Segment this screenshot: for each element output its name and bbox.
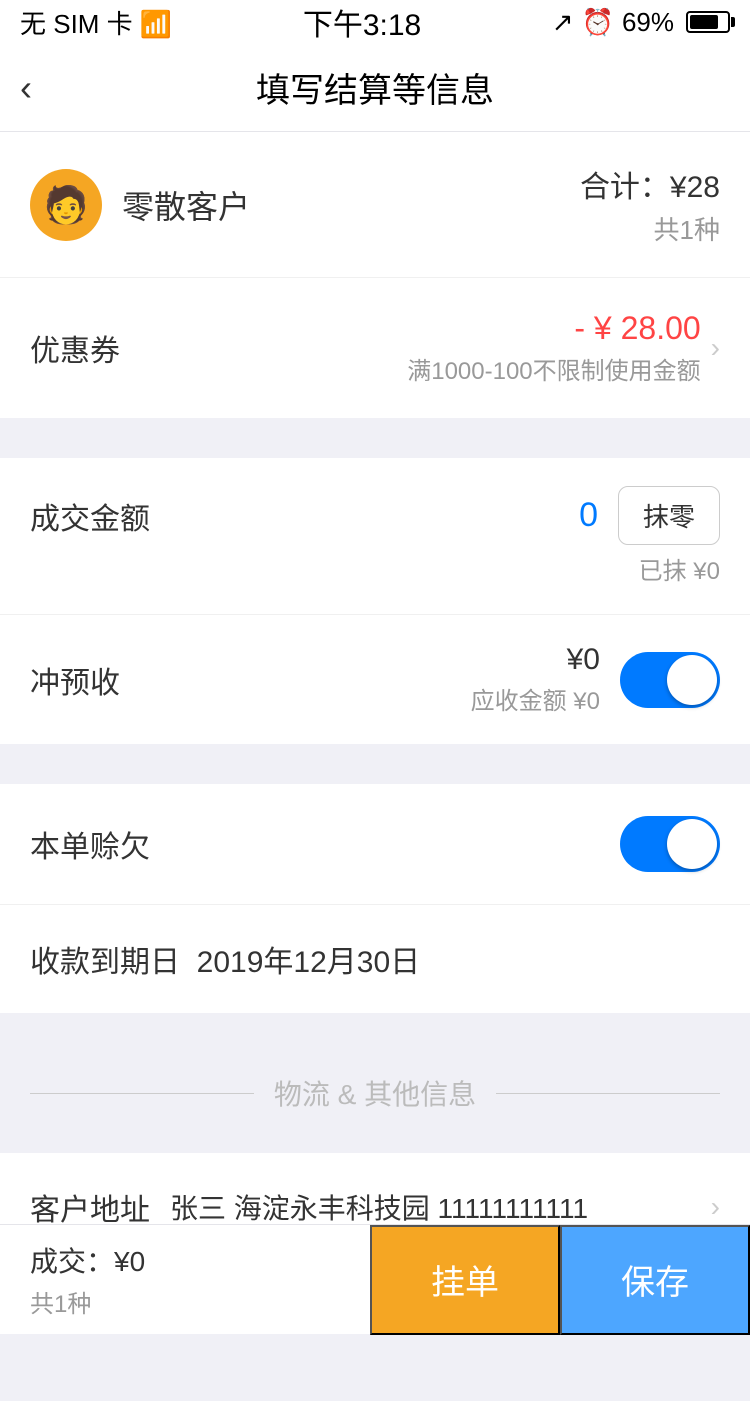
status-time: 下午3:18 — [303, 0, 421, 44]
nav-title: 填写结算等信息 — [256, 63, 494, 112]
logistics-section: 物流 & 其他信息 — [0, 1053, 750, 1133]
coupon-desc: 满1000-100不限制使用金额 — [407, 351, 700, 386]
customer-left: 🧑 零散客户 — [30, 169, 250, 241]
main-content: 🧑 零散客户 合计：¥28 共1种 优惠券 - ¥ 28.00 满1000-10… — [0, 132, 750, 1401]
pending-button[interactable]: 挂单 — [370, 1225, 560, 1335]
prepayment-right: ¥0 应收金额 ¥0 — [471, 643, 720, 716]
nav-bar: ‹ 填写结算等信息 — [0, 44, 750, 132]
transaction-row: 成交金额 0 抹零 已抹 ¥0 — [0, 458, 750, 615]
customer-name: 零散客户 — [122, 182, 250, 228]
avatar-icon: 🧑 — [44, 184, 89, 226]
address-chevron-icon: › — [711, 1191, 720, 1223]
save-button[interactable]: 保存 — [560, 1225, 750, 1335]
location-icon: ↗ — [552, 7, 574, 38]
back-button[interactable]: ‹ — [20, 67, 32, 109]
total-count: 共1种 — [580, 210, 720, 247]
divider-line-right — [496, 1093, 720, 1094]
section-divider-4 — [0, 1133, 750, 1153]
due-date-value: 2019年12月30日 — [197, 946, 420, 979]
coupon-label: 优惠券 — [30, 326, 120, 370]
status-left: 无 SIM 卡 📶 — [20, 4, 172, 41]
bottom-count: 共1种 — [30, 1284, 340, 1319]
coupon-right: - ¥ 28.00 满1000-100不限制使用金额 › — [407, 310, 720, 386]
divider-line-left — [30, 1093, 254, 1094]
logistics-label: 物流 & 其他信息 — [274, 1073, 476, 1113]
address-label: 客户地址 — [30, 1185, 150, 1229]
debt-toggle-thumb — [667, 819, 717, 869]
transaction-right: 0 抹零 — [579, 486, 720, 545]
total-amount: 合计：¥28 — [580, 162, 720, 206]
due-date-label: 收款到期日 2019年12月30日 — [30, 946, 420, 979]
prepayment-toggle[interactable] — [620, 652, 720, 708]
debt-label: 本单赊欠 — [30, 822, 150, 866]
status-bar: 无 SIM 卡 📶 下午3:18 ↗ ⏰ 69% — [0, 0, 750, 44]
prepayment-amounts: ¥0 应收金额 ¥0 — [471, 643, 600, 716]
coupon-row[interactable]: 优惠券 - ¥ 28.00 满1000-100不限制使用金额 › — [0, 277, 750, 418]
section-divider-3 — [0, 1033, 750, 1053]
customer-section: 🧑 零散客户 合计：¥28 共1种 优惠券 - ¥ 28.00 满1000-10… — [0, 132, 750, 418]
prepayment-amount: ¥0 — [471, 643, 600, 677]
battery-percent: 69% — [622, 7, 674, 38]
debt-toggle[interactable] — [620, 816, 720, 872]
section-divider-1 — [0, 438, 750, 458]
avatar: 🧑 — [30, 169, 102, 241]
due-date-row: 收款到期日 2019年12月30日 — [0, 904, 750, 1013]
address-value: 张三 海淀永丰科技园 11111111111 — [170, 1187, 711, 1227]
customer-right: 合计：¥28 共1种 — [580, 162, 720, 247]
status-right: ↗ ⏰ 69% — [552, 7, 730, 38]
debt-row: 本单赊欠 — [0, 784, 750, 904]
transaction-top: 成交金额 0 抹零 — [30, 486, 720, 545]
transaction-sub: 已抹 ¥0 — [30, 551, 720, 586]
transaction-amount: 0 — [579, 496, 598, 535]
section-divider-2 — [0, 764, 750, 784]
prepayment-row: 冲预收 ¥0 应收金额 ¥0 — [0, 615, 750, 744]
coupon-value: - ¥ 28.00 满1000-100不限制使用金额 — [407, 310, 700, 386]
logistics-divider: 物流 & 其他信息 — [30, 1073, 720, 1113]
debt-section: 本单赊欠 收款到期日 2019年12月30日 — [0, 784, 750, 1013]
customer-row: 🧑 零散客户 合计：¥28 共1种 — [0, 132, 750, 277]
coupon-amount: - ¥ 28.00 — [407, 310, 700, 347]
prepayment-label: 冲预收 — [30, 658, 120, 702]
prepayment-sub: 应收金额 ¥0 — [471, 681, 600, 716]
alarm-icon: ⏰ — [582, 7, 614, 38]
bottom-deal: 成交：¥0 — [30, 1240, 340, 1280]
chevron-right-icon: › — [711, 332, 720, 364]
bottom-deal-amount: ¥0 — [114, 1246, 145, 1277]
bottom-bar: 成交：¥0 共1种 挂单 保存 — [0, 1224, 750, 1334]
battery-icon — [686, 11, 730, 33]
transaction-section: 成交金额 0 抹零 已抹 ¥0 冲预收 ¥0 应收金额 ¥0 — [0, 458, 750, 744]
toggle-thumb — [667, 655, 717, 705]
bottom-info: 成交：¥0 共1种 — [0, 1240, 370, 1319]
round-zero-button[interactable]: 抹零 — [618, 486, 720, 545]
transaction-label: 成交金额 — [30, 494, 150, 538]
